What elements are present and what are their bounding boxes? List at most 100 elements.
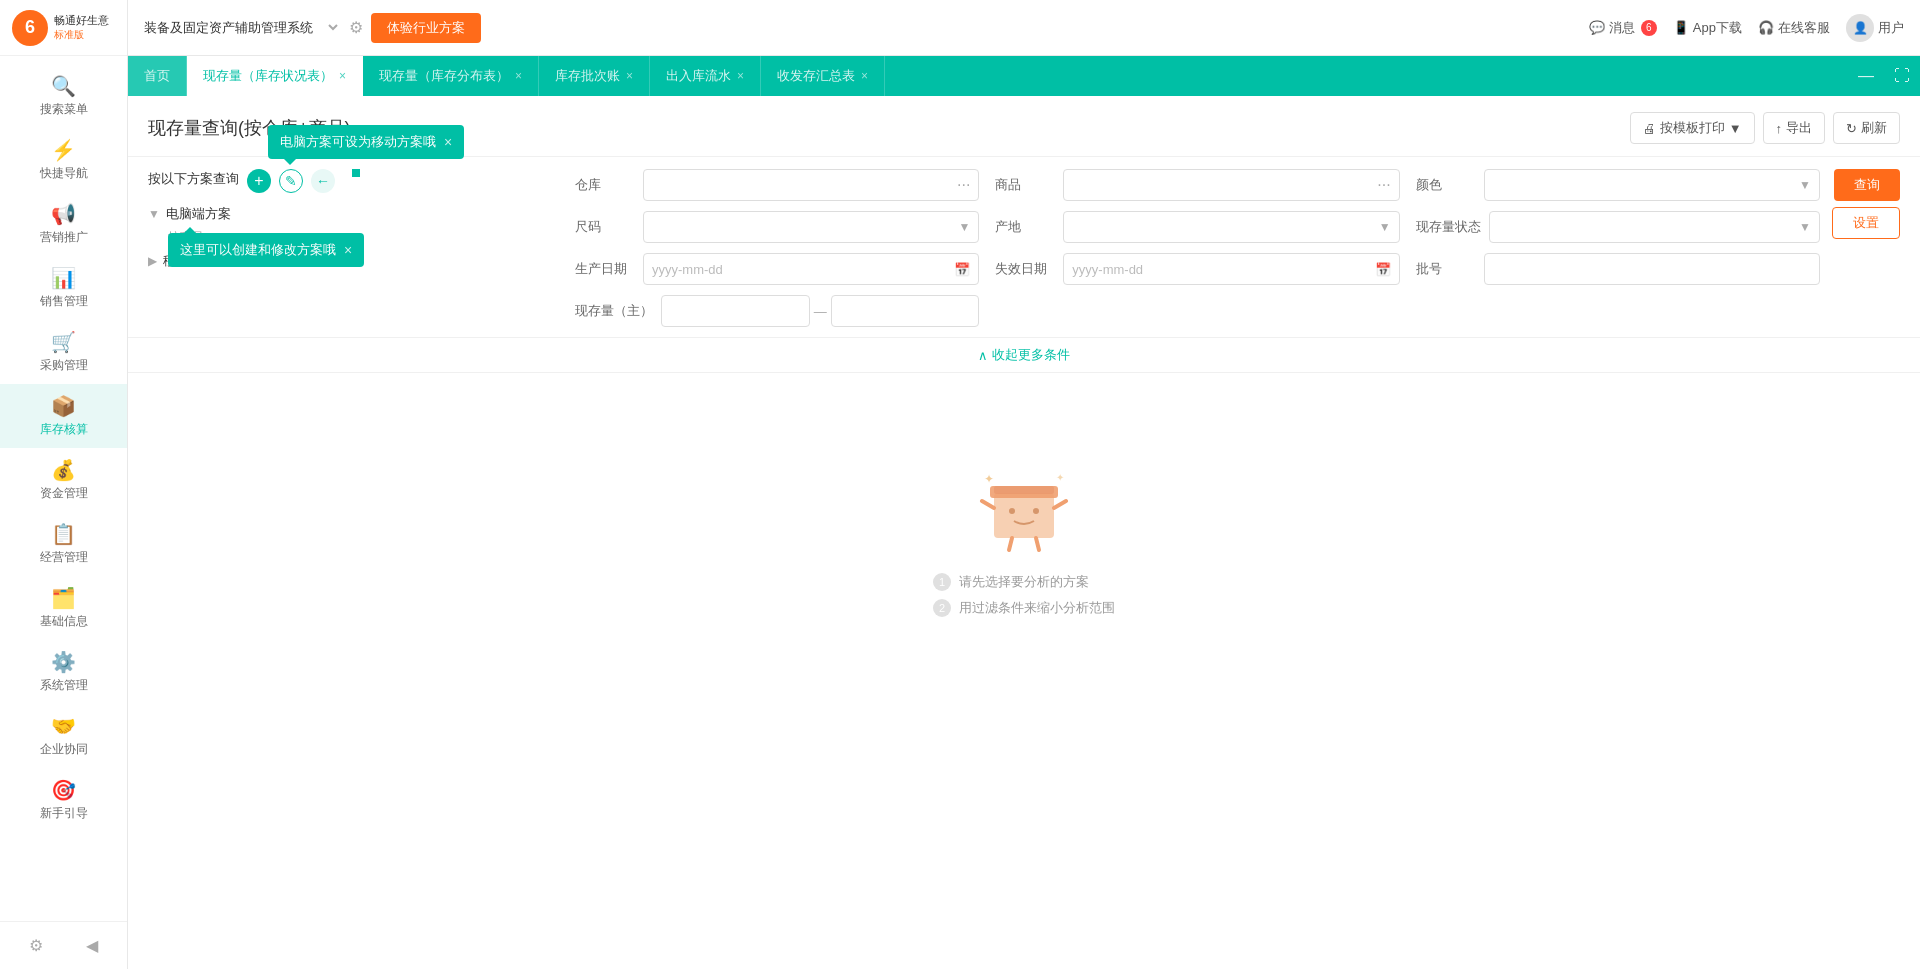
sidebar-item-basic[interactable]: 🗂️ 基础信息	[0, 576, 127, 640]
stock-qty-separator: —	[814, 304, 827, 319]
expiry-date-label: 失效日期	[995, 260, 1055, 278]
edit-scheme-button[interactable]: ✎	[279, 169, 303, 193]
page-inner: 现存量查询(按仓库+商品) 🖨 按模板打印 ▼ ↑ 导出 ↻ 刷新	[128, 96, 1920, 969]
field-expiry-date: 失效日期 yyyy-mm-dd 📅	[995, 253, 1399, 285]
svg-line-8	[1036, 538, 1039, 550]
sidebar-item-guide[interactable]: 🎯 新手引导	[0, 768, 127, 832]
tab-inventory-status[interactable]: 现存量（库存状况表） ×	[187, 56, 363, 96]
empty-step-2: 2 用过滤条件来缩小分析范围	[933, 595, 1115, 621]
tab-home[interactable]: 首页	[128, 56, 187, 96]
svg-point-3	[1009, 508, 1015, 514]
settings-bottom-btn[interactable]: ⚙	[29, 936, 43, 955]
production-date-label: 生产日期	[575, 260, 635, 278]
color-chevron-icon: ▼	[1799, 178, 1811, 192]
header-right: 💬 消息 6 📱 App下载 🎧 在线客服 👤 用户	[1589, 14, 1904, 42]
dot-indicator	[352, 169, 360, 177]
quick-nav-icon: ⚡	[51, 138, 76, 162]
tooltip2-close-button[interactable]: ×	[344, 242, 352, 258]
production-date-input[interactable]: yyyy-mm-dd 📅	[643, 253, 979, 285]
export-button[interactable]: ↑ 导出	[1763, 112, 1826, 144]
guide-nav-icon: 🎯	[51, 778, 76, 802]
color-input[interactable]: ▼	[1484, 169, 1820, 201]
batch-no-input[interactable]	[1484, 253, 1820, 285]
tab-bar: 首页 现存量（库存状况表） × 现存量（库存分布表） × 库存批次账 × 出入库…	[128, 56, 1920, 96]
stock-qty-to[interactable]	[831, 295, 980, 327]
sidebar-item-search[interactable]: 🔍 搜索菜单	[0, 64, 127, 128]
svg-text:✦: ✦	[984, 472, 994, 486]
collapse-button[interactable]: ∧ 收起更多条件	[978, 346, 1070, 364]
search-actions: 查询 设置	[1832, 169, 1900, 239]
field-color: 颜色 ▼	[1416, 169, 1820, 201]
stock-status-input[interactable]: ▼	[1489, 211, 1820, 243]
logo-text: 畅通好生意	[54, 13, 109, 28]
scheme-tree: 这里可以创建和修改方案哦 × ▼ 电脑端方案 按商品	[148, 201, 563, 274]
sidebar-item-quick[interactable]: ⚡ 快捷导航	[0, 128, 127, 192]
reset-button[interactable]: 设置	[1832, 207, 1900, 239]
origin-input[interactable]: ▼	[1063, 211, 1399, 243]
filter-label-row: 按以下方案查询 + ✎ ← 电脑方案可设为移动方案哦 ×	[148, 169, 563, 193]
header-left: 装备及固定资产辅助管理系统 ⚙ 体验行业方案	[144, 13, 481, 43]
sidebar-item-purchase[interactable]: 🛒 采购管理	[0, 320, 127, 384]
tab-close-batch-account[interactable]: ×	[626, 69, 633, 83]
add-scheme-button[interactable]: +	[247, 169, 271, 193]
operations-nav-icon: 📋	[51, 522, 76, 546]
sidebar-item-marketing[interactable]: 📢 营销推广	[0, 192, 127, 256]
sidebar-item-sales[interactable]: 📊 销售管理	[0, 256, 127, 320]
empty-illustration: ✦ ✦	[974, 453, 1074, 553]
tab-inventory-dist[interactable]: 现存量（库存分布表） ×	[363, 56, 539, 96]
sidebar-item-inventory[interactable]: 📦 库存核算	[0, 384, 127, 448]
gear-icon[interactable]: ⚙	[349, 18, 363, 37]
svg-rect-2	[994, 486, 1054, 494]
tab-receive-summary[interactable]: 收发存汇总表 ×	[761, 56, 885, 96]
tab-batch-account[interactable]: 库存批次账 ×	[539, 56, 650, 96]
sidebar-item-system[interactable]: ⚙️ 系统管理	[0, 640, 127, 704]
online-service-action[interactable]: 🎧 在线客服	[1758, 19, 1830, 37]
search-button[interactable]: 查询	[1834, 169, 1900, 201]
experience-button[interactable]: 体验行业方案	[371, 13, 481, 43]
scheme-desktop-arrow-icon: ▼	[148, 207, 160, 221]
avatar: 👤	[1846, 14, 1874, 42]
system-select[interactable]	[321, 19, 341, 36]
user-action[interactable]: 👤 用户	[1846, 14, 1904, 42]
print-button[interactable]: 🖨 按模板打印 ▼	[1630, 112, 1755, 144]
message-badge: 6	[1641, 20, 1657, 36]
field-batch-no: 批号	[1416, 253, 1820, 285]
filter-section: 按以下方案查询 + ✎ ← 电脑方案可设为移动方案哦 ×	[128, 157, 1920, 373]
tab-close-inventory-dist[interactable]: ×	[515, 69, 522, 83]
size-input[interactable]: ▼	[643, 211, 979, 243]
scheme-desktop[interactable]: ▼ 电脑端方案	[148, 201, 563, 227]
app-download-action[interactable]: 📱 App下载	[1673, 19, 1742, 37]
collapse-bottom-btn[interactable]: ◀	[86, 936, 98, 955]
sidebar-item-operations[interactable]: 📋 经营管理	[0, 512, 127, 576]
messages-action[interactable]: 💬 消息 6	[1589, 19, 1657, 37]
goods-input[interactable]: ···	[1063, 169, 1399, 201]
tab-close-inout-flow[interactable]: ×	[737, 69, 744, 83]
production-date-calendar-icon: 📅	[954, 262, 970, 277]
arrow-scheme-button[interactable]: ←	[311, 169, 335, 193]
main-content: 装备及固定资产辅助管理系统 ⚙ 体验行业方案 💬 消息 6 📱 App下载 🎧 …	[128, 0, 1920, 969]
tab-inout-flow[interactable]: 出入库流水 ×	[650, 56, 761, 96]
origin-label: 产地	[995, 218, 1055, 236]
scheme-mobile-arrow-icon: ▶	[148, 254, 157, 268]
svg-line-5	[982, 501, 994, 508]
svg-text:✦: ✦	[1056, 472, 1064, 483]
warehouse-input[interactable]: ···	[643, 169, 979, 201]
tab-close-inventory-status[interactable]: ×	[339, 69, 346, 83]
query-label: 按以下方案查询	[148, 170, 239, 188]
page-actions: 🖨 按模板打印 ▼ ↑ 导出 ↻ 刷新	[1630, 112, 1900, 144]
sidebar-item-enterprise[interactable]: 🤝 企业协同	[0, 704, 127, 768]
tab-minimize-icon[interactable]: —	[1848, 56, 1884, 96]
sidebar-item-finance[interactable]: 💰 资金管理	[0, 448, 127, 512]
tooltip1-close-button[interactable]: ×	[444, 134, 452, 150]
tab-close-receive-summary[interactable]: ×	[861, 69, 868, 83]
expiry-date-input[interactable]: yyyy-mm-dd 📅	[1063, 253, 1399, 285]
tab-maximize-icon[interactable]: ⛶	[1884, 56, 1920, 96]
stock-qty-from[interactable]	[661, 295, 810, 327]
filter-main: 按以下方案查询 + ✎ ← 电脑方案可设为移动方案哦 ×	[148, 169, 563, 282]
enterprise-nav-icon: 🤝	[51, 714, 76, 738]
field-stock-qty: 现存量（主） —	[575, 295, 979, 327]
logo-icon: 6	[12, 10, 48, 46]
refresh-button[interactable]: ↻ 刷新	[1833, 112, 1900, 144]
filter-fields-area: 仓库 ··· 商品 ···	[575, 169, 1820, 337]
phone-icon: 📱	[1673, 20, 1689, 35]
